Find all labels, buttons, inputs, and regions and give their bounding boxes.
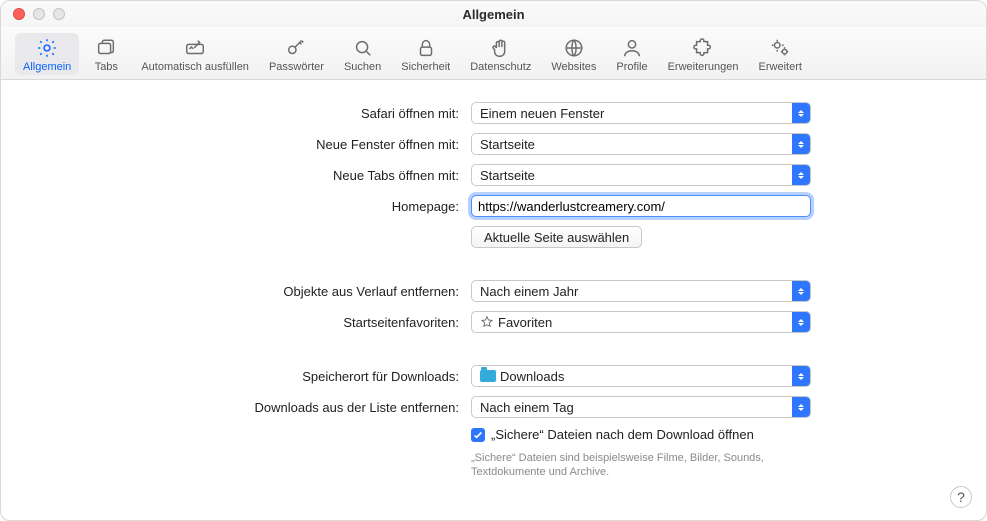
toolbar-label: Passwörter: [269, 61, 324, 73]
toolbar-item-tabs[interactable]: Tabs: [83, 33, 129, 75]
select-stepper-icon: [792, 165, 810, 185]
select-stepper-icon: [792, 366, 810, 386]
toolbar-item-autofill[interactable]: Automatisch ausfüllen: [133, 33, 257, 75]
select-remove-downloads[interactable]: Nach einem Tag: [471, 396, 811, 418]
titlebar: Allgemein: [1, 1, 986, 27]
profile-icon: [621, 37, 643, 59]
close-window-button[interactable]: [13, 8, 25, 20]
globe-icon: [563, 37, 585, 59]
safe-files-hint: „Sichere“ Dateien sind beispielsweise Fi…: [471, 451, 781, 480]
select-stepper-icon: [792, 312, 810, 332]
toolbar-item-profiles[interactable]: Profile: [608, 33, 655, 75]
window-controls: [1, 8, 65, 20]
help-button[interactable]: ?: [950, 486, 972, 508]
label-start-favorites: Startseitenfavoriten:: [31, 315, 461, 330]
toolbar-label: Suchen: [344, 61, 381, 73]
select-stepper-icon: [792, 281, 810, 301]
label-new-windows: Neue Fenster öffnen mit:: [31, 137, 461, 152]
label-homepage: Homepage:: [31, 199, 461, 214]
folder-icon: [480, 370, 496, 382]
select-value: Einem neuen Fenster: [480, 106, 604, 121]
select-value: Startseite: [480, 137, 535, 152]
toolbar-item-search[interactable]: Suchen: [336, 33, 389, 75]
star-icon: [480, 315, 494, 329]
select-new-tabs[interactable]: Startseite: [471, 164, 811, 186]
toolbar-label: Allgemein: [23, 61, 71, 73]
select-download-location[interactable]: Downloads: [471, 365, 811, 387]
toolbar-item-privacy[interactable]: Datenschutz: [462, 33, 539, 75]
minimize-window-button[interactable]: [33, 8, 45, 20]
safe-files-label: „Sichere“ Dateien nach dem Download öffn…: [491, 427, 754, 442]
select-value: Downloads: [500, 369, 564, 384]
toolbar-item-advanced[interactable]: Erweitert: [751, 33, 810, 75]
hand-icon: [490, 37, 512, 59]
toolbar-item-extensions[interactable]: Erweiterungen: [660, 33, 747, 75]
select-stepper-icon: [792, 134, 810, 154]
toolbar-label: Erweitert: [759, 61, 802, 73]
select-value: Nach einem Tag: [480, 400, 574, 415]
toolbar-label: Websites: [551, 61, 596, 73]
key-icon: [285, 37, 307, 59]
homepage-input[interactable]: [471, 195, 811, 217]
toolbar-item-security[interactable]: Sicherheit: [393, 33, 458, 75]
puzzle-icon: [692, 37, 714, 59]
toolbar-label: Automatisch ausfüllen: [141, 61, 249, 73]
preferences-window: Allgemein Allgemein Tabs Automatisch aus…: [0, 0, 987, 521]
button-label: Aktuelle Seite auswählen: [484, 230, 629, 245]
label-remove-downloads: Downloads aus der Liste entfernen:: [31, 400, 461, 415]
label-new-tabs: Neue Tabs öffnen mit:: [31, 168, 461, 183]
select-stepper-icon: [792, 103, 810, 123]
toolbar-label: Profile: [616, 61, 647, 73]
label-open-with: Safari öffnen mit:: [31, 106, 461, 121]
gear-icon: [36, 37, 58, 59]
label-remove-history: Objekte aus Verlauf entfernen:: [31, 284, 461, 299]
safe-files-row: „Sichere“ Dateien nach dem Download öffn…: [471, 427, 811, 442]
select-start-favorites[interactable]: Favoriten: [471, 311, 811, 333]
search-icon: [352, 37, 374, 59]
toolbar-label: Erweiterungen: [668, 61, 739, 73]
help-glyph: ?: [957, 489, 965, 505]
general-pane: Safari öffnen mit: Einem neuen Fenster N…: [1, 80, 986, 520]
lock-icon: [415, 37, 437, 59]
tabs-icon: [95, 37, 117, 59]
label-download-location: Speicherort für Downloads:: [31, 369, 461, 384]
select-open-with[interactable]: Einem neuen Fenster: [471, 102, 811, 124]
select-stepper-icon: [792, 397, 810, 417]
toolbar-label: Sicherheit: [401, 61, 450, 73]
toolbar-item-websites[interactable]: Websites: [543, 33, 604, 75]
toolbar-item-passwords[interactable]: Passwörter: [261, 33, 332, 75]
select-value: Favoriten: [498, 315, 552, 330]
select-value: Nach einem Jahr: [480, 284, 578, 299]
toolbar-label: Tabs: [95, 61, 118, 73]
toolbar-item-general[interactable]: Allgemein: [15, 33, 79, 75]
gears-icon: [769, 37, 791, 59]
safe-files-checkbox[interactable]: [471, 428, 485, 442]
window-title: Allgemein: [1, 7, 986, 22]
select-remove-history[interactable]: Nach einem Jahr: [471, 280, 811, 302]
zoom-window-button[interactable]: [53, 8, 65, 20]
toolbar-label: Datenschutz: [470, 61, 531, 73]
settings-form: Safari öffnen mit: Einem neuen Fenster N…: [31, 102, 956, 480]
autofill-icon: [184, 37, 206, 59]
set-current-page-button[interactable]: Aktuelle Seite auswählen: [471, 226, 642, 248]
preferences-toolbar: Allgemein Tabs Automatisch ausfüllen Pas…: [1, 27, 986, 80]
select-value: Startseite: [480, 168, 535, 183]
select-new-windows[interactable]: Startseite: [471, 133, 811, 155]
